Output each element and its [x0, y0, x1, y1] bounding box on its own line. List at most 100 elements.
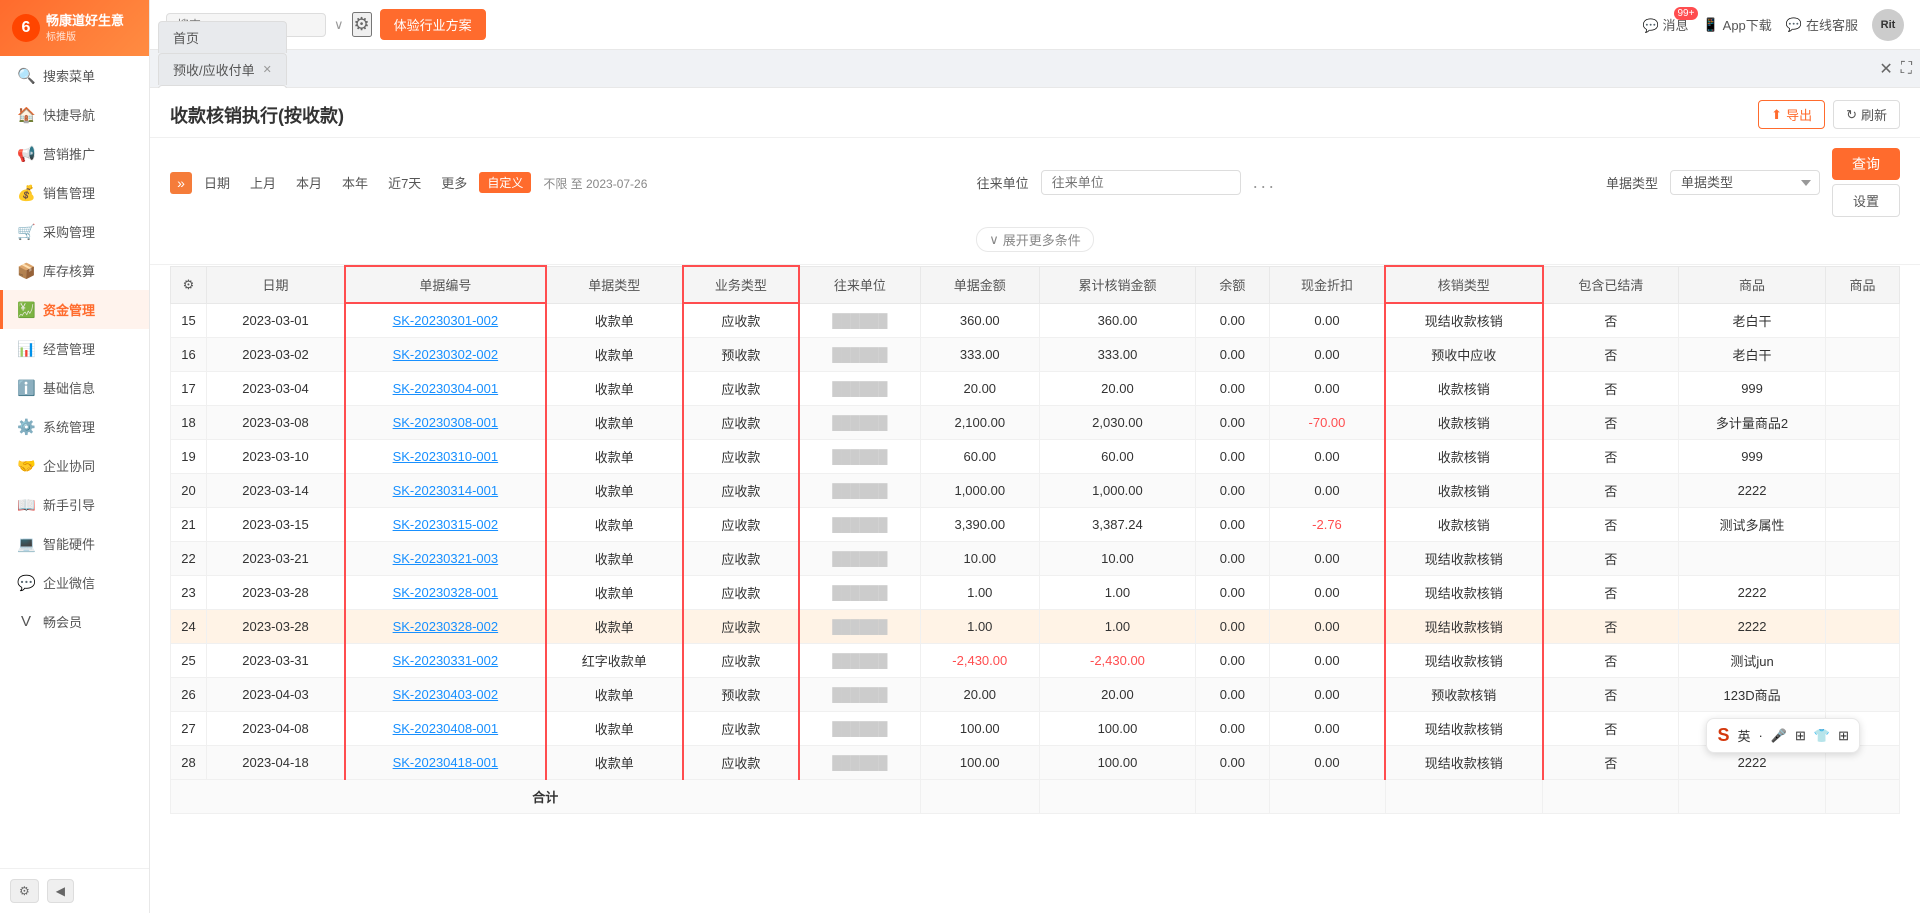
cell-goods2 [1825, 338, 1899, 372]
sidebar-item-operations[interactable]: 📊 经营管理 [0, 329, 149, 368]
cell-code[interactable]: SK-20230321-003 [345, 542, 546, 576]
cell-biz-type: 应收款 [683, 474, 800, 508]
extra-icon[interactable]: ⊞ [1838, 728, 1849, 744]
sidebar-item-shortcut[interactable]: 🏠 快捷导航 [0, 95, 149, 134]
sidebar-item-inventory[interactable]: 📦 库存核算 [0, 251, 149, 290]
table-row: 21 2023-03-15 SK-20230315-002 收款单 应收款 ██… [171, 508, 1900, 542]
sidebar-item-marketing[interactable]: 📢 营销推广 [0, 134, 149, 173]
sidebar-item-system[interactable]: ⚙️ 系统管理 [0, 407, 149, 446]
cell-date: 2023-04-08 [207, 712, 346, 746]
cell-date: 2023-03-15 [207, 508, 346, 542]
avatar[interactable]: Rit [1872, 9, 1904, 41]
app-download-link[interactable]: 📱 App下载 [1702, 15, 1771, 34]
cell-code[interactable]: SK-20230328-001 [345, 576, 546, 610]
cell-goods: 多计量商品2 [1679, 406, 1826, 440]
microphone-icon[interactable]: 🎤 [1771, 728, 1787, 744]
this-month-btn[interactable]: 本月 [288, 171, 330, 194]
online-service-link[interactable]: 💬 在线客服 [1786, 15, 1858, 34]
cell-amount: 1.00 [920, 610, 1040, 644]
filter-expand-button[interactable]: » [170, 172, 192, 194]
cell-amount: 100.00 [920, 746, 1040, 780]
sidebar-item-search[interactable]: 🔍 搜索菜单 [0, 56, 149, 95]
cell-partner: ██████ [799, 372, 920, 406]
export-button[interactable]: ⬆ 导出 [1758, 100, 1825, 129]
sidebar-item-finance[interactable]: 💹 资金管理 [0, 290, 149, 329]
tab-label: 首页 [173, 28, 199, 47]
sidebar-item-wechat[interactable]: 💬 企业微信 [0, 563, 149, 602]
last-month-btn[interactable]: 上月 [242, 171, 284, 194]
hardware-icon: 💻 [17, 535, 35, 553]
partner-filter-input[interactable] [1041, 170, 1241, 195]
cell-code[interactable]: SK-20230328-002 [345, 610, 546, 644]
settings-button[interactable]: 设置 [1832, 184, 1900, 217]
tab-home[interactable]: 首页 [158, 21, 287, 53]
sidebar-item-hardware[interactable]: 💻 智能硬件 [0, 524, 149, 563]
cell-code[interactable]: SK-20230408-001 [345, 712, 546, 746]
refresh-button[interactable]: ↻ 刷新 [1833, 100, 1900, 129]
grid-icon[interactable]: ⊞ [1795, 728, 1806, 744]
table-row: 28 2023-04-18 SK-20230418-001 收款单 应收款 ██… [171, 746, 1900, 780]
message-button[interactable]: 💬 消息 99+ [1643, 15, 1689, 34]
custom-date-btn[interactable]: 自定义 [479, 172, 531, 193]
sidebar-item-member[interactable]: V 畅会员 [0, 602, 149, 641]
table-row: 19 2023-03-10 SK-20230310-001 收款单 应收款 ██… [171, 440, 1900, 474]
cell-goods: 999 [1679, 440, 1826, 474]
cell-code[interactable]: SK-20230331-002 [345, 644, 546, 678]
fullscreen-button[interactable]: ⛶ [1901, 59, 1912, 79]
gear-icon[interactable]: ⚙ [352, 12, 372, 37]
cell-goods: 老白干 [1679, 303, 1826, 338]
cell-balance: 0.00 [1195, 576, 1269, 610]
cell-code[interactable]: SK-20230302-002 [345, 338, 546, 372]
receipt-type-select[interactable]: 单据类型 [1670, 170, 1820, 195]
cell-code[interactable]: SK-20230315-002 [345, 508, 546, 542]
tab-close-icon[interactable]: ✕ [263, 63, 272, 76]
expand-more-button[interactable]: ∨ 展开更多条件 [976, 227, 1094, 252]
cell-cancel-amount: -2,430.00 [1040, 644, 1196, 678]
cell-code[interactable]: SK-20230314-001 [345, 474, 546, 508]
sidebar-item-basic[interactable]: ℹ️ 基础信息 [0, 368, 149, 407]
cell-no: 22 [171, 542, 207, 576]
cell-code[interactable]: SK-20230403-002 [345, 678, 546, 712]
cell-code[interactable]: SK-20230301-002 [345, 303, 546, 338]
cell-include-settled: 否 [1543, 440, 1679, 474]
table-header-row: ⚙ 日期 单据编号 单据类型 业务类型 往来单位 单据金额 累计核销金额 余额 … [171, 266, 1900, 303]
last-7days-btn[interactable]: 近7天 [380, 171, 429, 194]
sidebar-item-enterprise[interactable]: 🤝 企业协同 [0, 446, 149, 485]
table-row: 23 2023-03-28 SK-20230328-001 收款单 应收款 ██… [171, 576, 1900, 610]
cell-code[interactable]: SK-20230308-001 [345, 406, 546, 440]
settings-bottom-button[interactable]: ⚙ [10, 879, 39, 903]
this-year-btn[interactable]: 本年 [334, 171, 376, 194]
sidebar-item-label: 企业协同 [43, 456, 95, 475]
cell-no: 23 [171, 576, 207, 610]
cell-cancel-amount: 333.00 [1040, 338, 1196, 372]
more-dates-btn[interactable]: 更多 [433, 171, 475, 194]
cell-date: 2023-03-08 [207, 406, 346, 440]
operations-icon: 📊 [17, 340, 35, 358]
cell-code[interactable]: SK-20230304-001 [345, 372, 546, 406]
cell-amount: 10.00 [920, 542, 1040, 576]
cell-date: 2023-03-31 [207, 644, 346, 678]
cell-code[interactable]: SK-20230418-001 [345, 746, 546, 780]
cell-cancel-type: 收款核销 [1385, 440, 1542, 474]
collapse-button[interactable]: ◀ [47, 879, 74, 903]
cell-code[interactable]: SK-20230310-001 [345, 440, 546, 474]
cell-receipt-type: 收款单 [546, 406, 683, 440]
col-settings[interactable]: ⚙ [171, 266, 207, 303]
solution-button[interactable]: 体验行业方案 [380, 9, 486, 40]
sogou-brand-icon: S [1717, 725, 1729, 746]
cell-cancel-type: 现结收款核销 [1385, 644, 1542, 678]
query-button[interactable]: 查询 [1832, 148, 1900, 180]
sidebar-navigation: 🔍 搜索菜单🏠 快捷导航📢 营销推广💰 销售管理🛒 采购管理📦 库存核算💹 资金… [0, 56, 149, 868]
sidebar-item-guide[interactable]: 📖 新手引导 [0, 485, 149, 524]
cell-cash-discount: -70.00 [1269, 406, 1385, 440]
sidebar-items-list: 🔍 搜索菜单🏠 快捷导航📢 营销推广💰 销售管理🛒 采购管理📦 库存核算💹 资金… [0, 56, 149, 641]
sidebar-item-purchase[interactable]: 🛒 采购管理 [0, 212, 149, 251]
shirt-icon[interactable]: 👕 [1814, 728, 1830, 744]
receipt-type-label: 单据类型 [1606, 173, 1658, 192]
close-all-tabs-button[interactable]: ✕ [1879, 59, 1892, 79]
tab-prepay[interactable]: 预收/应收付单✕ [158, 53, 287, 85]
col-settings-icon[interactable]: ⚙ [183, 277, 195, 292]
sidebar-item-sales[interactable]: 💰 销售管理 [0, 173, 149, 212]
cell-receipt-type: 红字收款单 [546, 644, 683, 678]
cell-receipt-type: 收款单 [546, 678, 683, 712]
